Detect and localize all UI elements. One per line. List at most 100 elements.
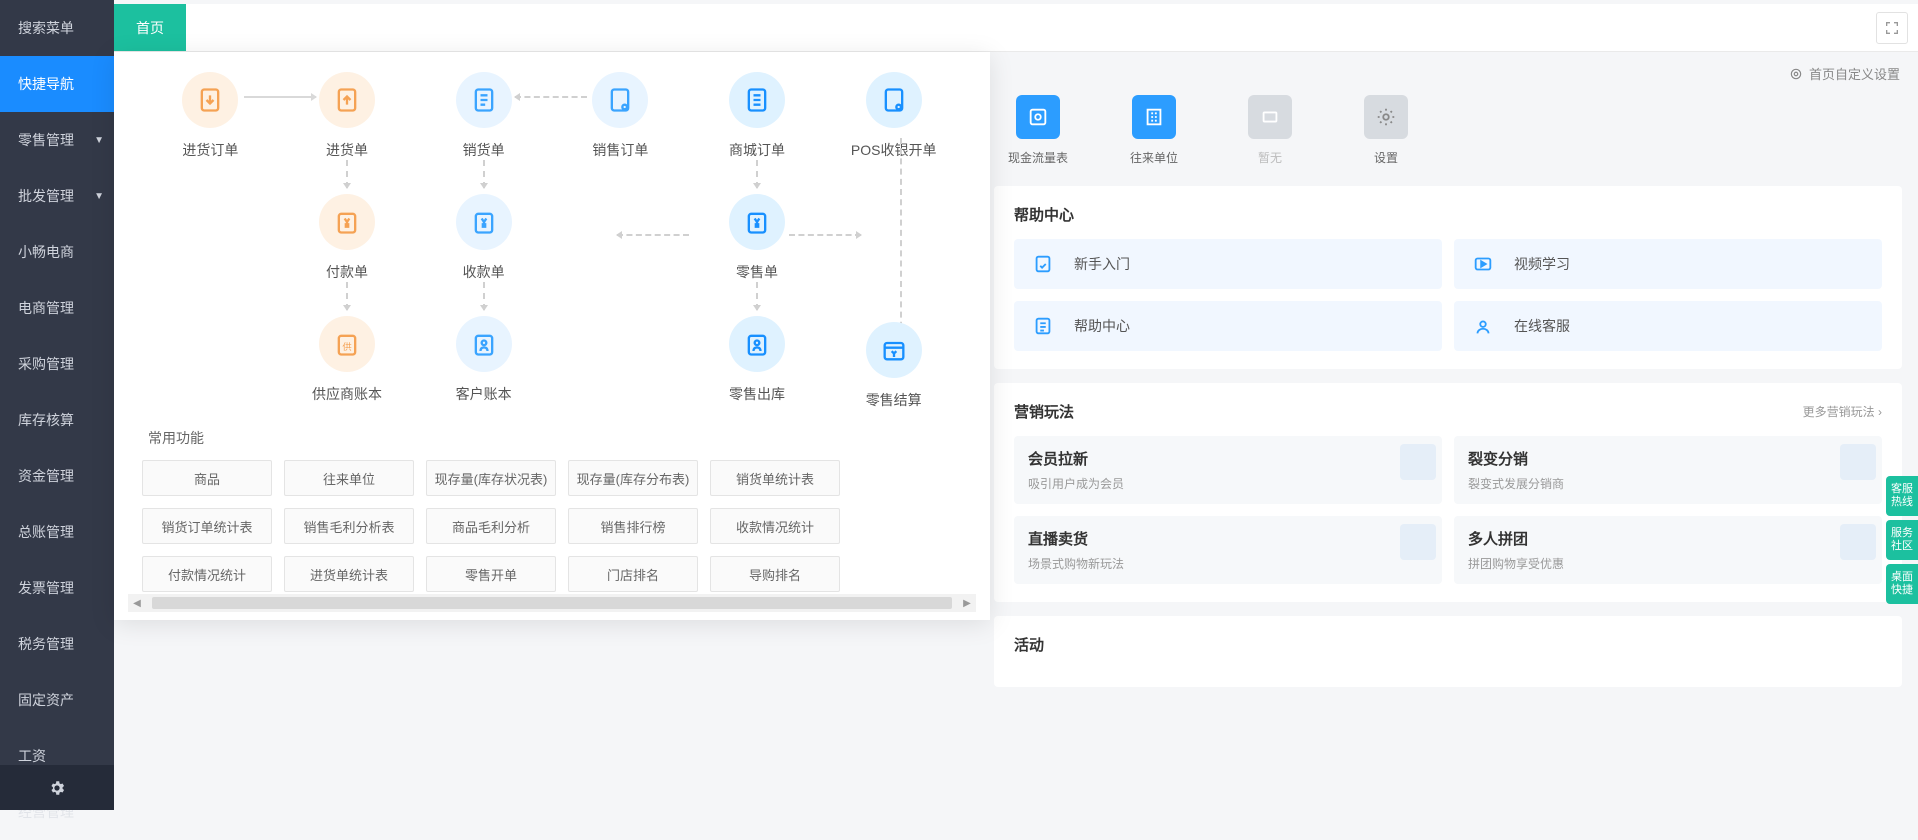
- arrow-icon: [483, 282, 485, 310]
- fn-btn-5[interactable]: 销货订单统计表: [142, 508, 272, 544]
- tabbar: 首页: [114, 4, 1918, 52]
- market-card-0[interactable]: 会员拉新吸引用户成为会员: [1014, 436, 1442, 504]
- node-receipt[interactable]: 收款单: [415, 178, 552, 282]
- sidebar-wholesale[interactable]: 批发管理▼: [0, 168, 114, 224]
- sidebar-ledger[interactable]: 总账管理: [0, 504, 114, 560]
- node-customer-ledger[interactable]: 客户账本: [415, 300, 552, 404]
- fn-btn-8[interactable]: 销售排行榜: [568, 508, 698, 544]
- arrow-icon: [483, 160, 485, 188]
- quick-cash[interactable]: 现金流量表: [1000, 95, 1076, 166]
- float-hotline[interactable]: 客服热线: [1886, 476, 1918, 516]
- scroll-thumb[interactable]: [152, 597, 952, 609]
- fn-btn-1[interactable]: 往来单位: [284, 460, 414, 496]
- sidebar-retail[interactable]: 零售管理▼: [0, 112, 114, 168]
- activity-title: 活动: [1014, 634, 1044, 655]
- customize-home-link[interactable]: 首页自定义设置: [994, 58, 1902, 95]
- company-icon: [1132, 95, 1176, 139]
- fn-btn-7[interactable]: 商品毛利分析: [426, 508, 556, 544]
- quick-gear[interactable]: 设置: [1348, 95, 1424, 166]
- node-pos-bill[interactable]: POS收银开单: [825, 72, 962, 160]
- tab-home[interactable]: 首页: [114, 4, 186, 51]
- node-purchase-order[interactable]: 进货订单: [142, 72, 279, 160]
- node-sales-order[interactable]: 销售订单: [552, 72, 689, 160]
- arrow-icon: [756, 282, 758, 310]
- decor-icon: [1840, 524, 1876, 560]
- sidebar-ecommerce[interactable]: 电商管理: [0, 280, 114, 336]
- node-mall-order[interactable]: 商城订单: [689, 72, 826, 160]
- scroll-left-icon[interactable]: ◀: [128, 594, 146, 612]
- sidebar-inventory[interactable]: 库存核算: [0, 392, 114, 448]
- float-desktop[interactable]: 桌面快捷: [1886, 564, 1918, 604]
- fn-btn-3[interactable]: 现存量(库存分布表): [568, 460, 698, 496]
- common-functions-title: 常用功能: [148, 428, 962, 448]
- doc-out-icon: [333, 86, 361, 114]
- sidebar-tax[interactable]: 税务管理: [0, 616, 114, 672]
- quick-company[interactable]: 往来单位: [1116, 95, 1192, 166]
- arrow-icon: [789, 234, 861, 236]
- sidebar-xiaochang[interactable]: 小畅电商: [0, 224, 114, 280]
- fn-btn-10[interactable]: 付款情况统计: [142, 556, 272, 592]
- arrow-icon: [346, 282, 348, 310]
- sidebar-invoice[interactable]: 发票管理: [0, 560, 114, 616]
- help-title: 帮助中心: [1014, 204, 1074, 225]
- arrow-icon: [617, 234, 689, 236]
- list-check-icon: [470, 86, 498, 114]
- node-retail-bill[interactable]: 零售单: [689, 178, 826, 282]
- fullscreen-button[interactable]: [1876, 12, 1908, 44]
- sidebar-funds[interactable]: 资金管理: [0, 448, 114, 504]
- float-community[interactable]: 服务社区: [1886, 520, 1918, 560]
- node-retail-out[interactable]: 零售出库: [689, 300, 826, 404]
- help-icon: [1468, 311, 1498, 341]
- fn-btn-4[interactable]: 销货单统计表: [710, 460, 840, 496]
- market-card-3[interactable]: 多人拼团拼团购物享受优惠: [1454, 516, 1882, 584]
- fn-btn-12[interactable]: 零售开单: [426, 556, 556, 592]
- node-supplier-ledger[interactable]: 供 供应商账本: [279, 300, 416, 404]
- scroll-right-icon[interactable]: ▶: [958, 594, 976, 612]
- supplier-icon: 供: [333, 330, 361, 358]
- arrow-icon: [346, 160, 348, 188]
- sidebar-quicknav[interactable]: 快捷导航: [0, 56, 114, 112]
- help-card-2[interactable]: 帮助中心: [1014, 301, 1442, 351]
- fn-btn-13[interactable]: 门店排名: [568, 556, 698, 592]
- gear-icon: [48, 779, 66, 797]
- decor-icon: [1840, 444, 1876, 480]
- help-card-0[interactable]: 新手入门: [1014, 239, 1442, 289]
- node-sales-bill[interactable]: 销货单: [415, 72, 552, 160]
- market-card-1[interactable]: 裂变分销裂变式发展分销商: [1454, 436, 1882, 504]
- person-doc-icon: [743, 330, 771, 358]
- doc-cash-icon: [880, 86, 908, 114]
- fn-btn-6[interactable]: 销售毛利分析表: [284, 508, 414, 544]
- fn-btn-14[interactable]: 导购排名: [710, 556, 840, 592]
- sidebar-settings-button[interactable]: [0, 765, 114, 810]
- quicknav-flyout: 进货订单 进货单 销货单 销售订单 商城订单 POS收银开单: [114, 52, 990, 620]
- node-retail-settle[interactable]: 零售结算: [825, 300, 962, 410]
- marketing-more-link[interactable]: 更多营销玩法 ›: [1803, 403, 1882, 420]
- yen-clip-icon: [333, 208, 361, 236]
- fn-btn-2[interactable]: 现存量(库存状况表): [426, 460, 556, 496]
- quick-empty[interactable]: 暂无: [1232, 95, 1308, 166]
- fullscreen-icon: [1884, 20, 1900, 36]
- help-icon: [1028, 249, 1058, 279]
- fn-btn-0[interactable]: 商品: [142, 460, 272, 496]
- sidebar-purchase[interactable]: 采购管理: [0, 336, 114, 392]
- yen-clip-icon: [470, 208, 498, 236]
- flyout-scrollbar[interactable]: ◀ ▶: [128, 594, 976, 612]
- common-functions-grid: 商品往来单位现存量(库存状况表)现存量(库存分布表)销货单统计表销货订单统计表销…: [142, 460, 962, 592]
- market-card-2[interactable]: 直播卖货场景式购物新玩法: [1014, 516, 1442, 584]
- marketing-title: 营销玩法: [1014, 401, 1074, 422]
- sidebar-search[interactable]: 搜索菜单: [0, 0, 114, 56]
- empty-icon: [1248, 95, 1292, 139]
- node-payment[interactable]: 付款单: [279, 178, 416, 282]
- help-panel: 帮助中心 新手入门视频学习帮助中心在线客服: [994, 186, 1902, 369]
- chevron-down-icon: ▼: [94, 135, 104, 146]
- calendar-yen-icon: [880, 336, 908, 364]
- help-card-1[interactable]: 视频学习: [1454, 239, 1882, 289]
- decor-icon: [1400, 524, 1436, 560]
- sidebar-assets[interactable]: 固定资产: [0, 672, 114, 728]
- activity-panel: 活动: [994, 616, 1902, 687]
- node-purchase-bill[interactable]: 进货单: [279, 72, 416, 160]
- help-card-3[interactable]: 在线客服: [1454, 301, 1882, 351]
- svg-text:供: 供: [342, 341, 351, 352]
- fn-btn-9[interactable]: 收款情况统计: [710, 508, 840, 544]
- fn-btn-11[interactable]: 进货单统计表: [284, 556, 414, 592]
